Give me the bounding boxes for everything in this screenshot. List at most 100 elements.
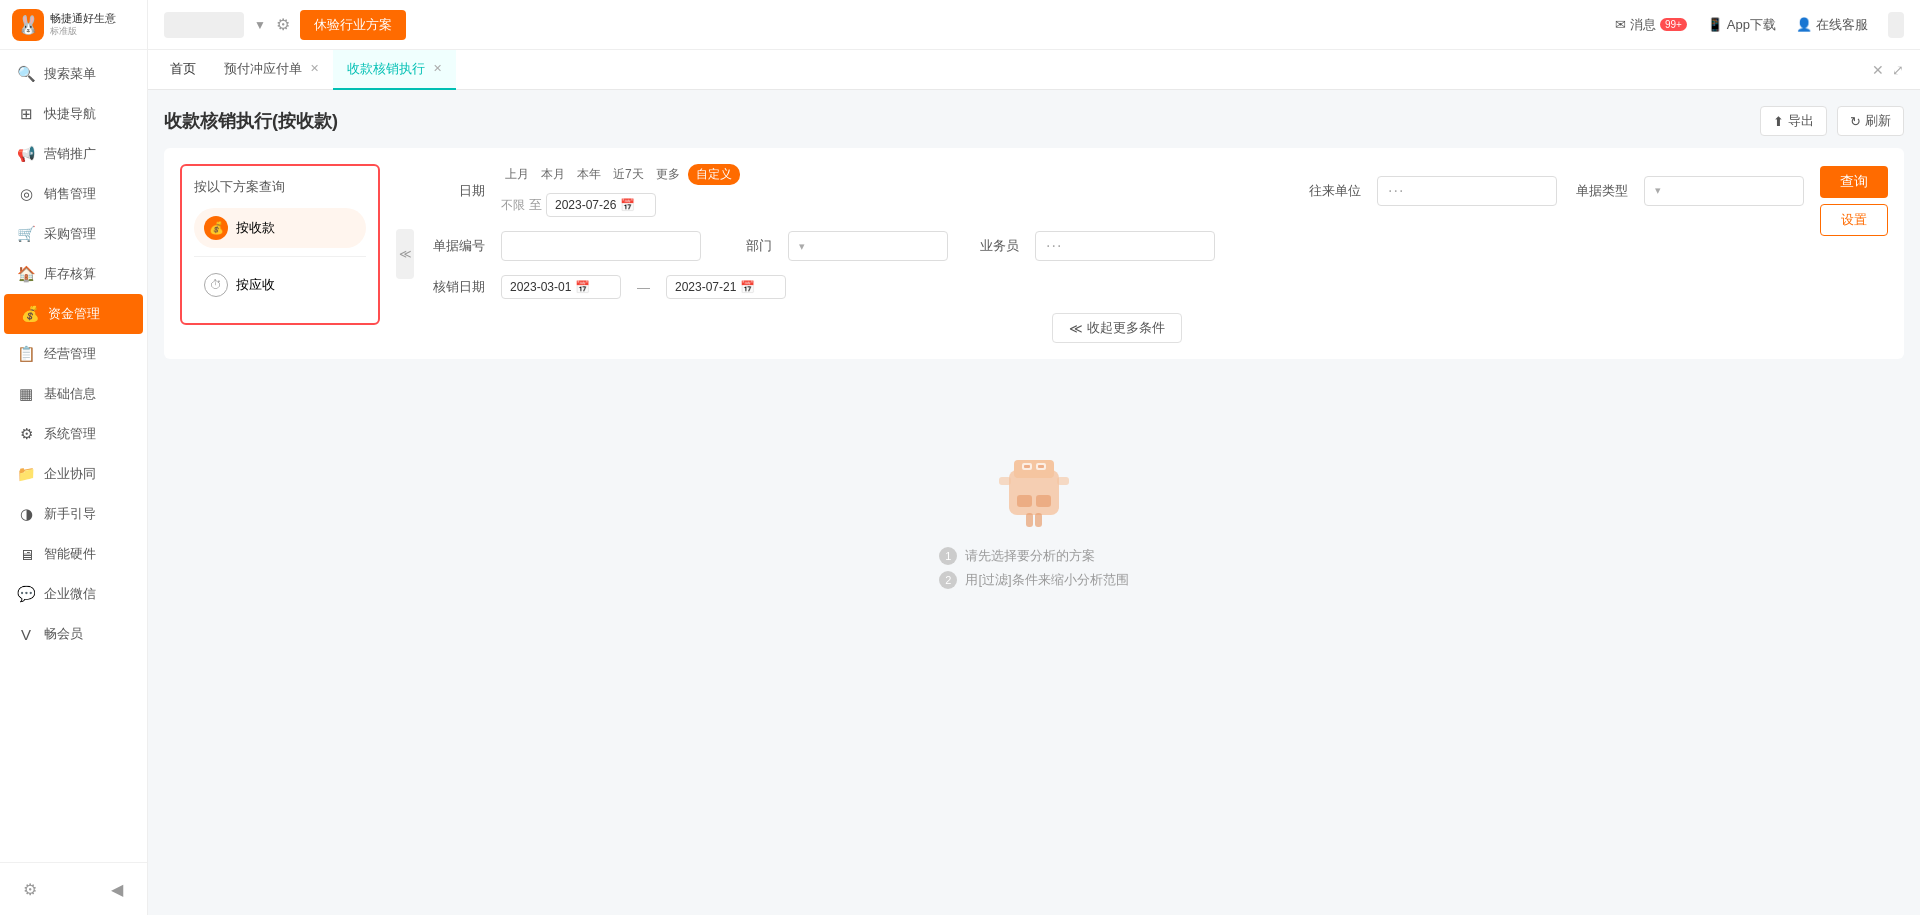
message-button[interactable]: ✉ 消息 99+ xyxy=(1615,16,1687,34)
tip-text-2: 用[过滤]条件来缩小分析范围 xyxy=(965,571,1128,589)
page-header: 收款核销执行(按收款) ⬆ 导出 ↻ 刷新 xyxy=(164,106,1904,136)
date-row-wrapper: 上月 本月 本年 近7天 更多 自定义 不限 xyxy=(501,164,740,217)
sidebar-item-库存核算[interactable]: 🏠库存核算 xyxy=(0,254,147,294)
refresh-button[interactable]: ↻ 刷新 xyxy=(1837,106,1904,136)
date-quick-btns: 上月 本月 本年 近7天 更多 自定义 xyxy=(501,164,740,185)
filter-collapse-button[interactable]: ≪ xyxy=(396,229,414,279)
sidebar-label-智能硬件: 智能硬件 xyxy=(44,545,96,563)
sidebar-item-企业协同[interactable]: 📁企业协同 xyxy=(0,454,147,494)
message-icon: ✉ xyxy=(1615,17,1626,32)
sidebar-item-新手引导[interactable]: ◑新手引导 xyxy=(0,494,147,534)
app-download-button[interactable]: 📱 App下载 xyxy=(1707,16,1776,34)
sidebar-icon-资金管理: 💰 xyxy=(20,304,40,324)
date-btn-last-month[interactable]: 上月 xyxy=(501,164,533,185)
filter-divider xyxy=(194,256,366,257)
tab-expand-icon[interactable]: ⤢ xyxy=(1892,62,1904,78)
tab-close-all-icon[interactable]: ✕ xyxy=(1872,62,1884,78)
staff-select[interactable]: ··· xyxy=(1035,231,1215,261)
tab-prepay[interactable]: 预付冲应付单 ✕ xyxy=(210,50,333,90)
sidebar-item-搜索菜单[interactable]: 🔍搜索菜单 xyxy=(0,54,147,94)
date-no-limit-label: 不限 xyxy=(501,197,525,214)
sidebar-item-企业微信[interactable]: 💬企业微信 xyxy=(0,574,147,614)
form-settings-button[interactable]: 设置 xyxy=(1820,204,1888,236)
filter-row-1: 日期 上月 本月 本年 近7天 更多 xyxy=(430,164,1804,217)
date-btn-this-year[interactable]: 本年 xyxy=(573,164,605,185)
tab-collection-close-icon[interactable]: ✕ xyxy=(433,62,442,75)
bill-type-select[interactable]: ▾ xyxy=(1644,176,1804,206)
filter-panel-title: 按以下方案查询 xyxy=(194,178,366,196)
date-field: 上月 本月 本年 近7天 更多 自定义 不限 xyxy=(501,164,1290,217)
app-version: 标准版 xyxy=(50,25,116,38)
staff-dots: ··· xyxy=(1046,237,1062,255)
verify-date-end-value: 2023-07-21 xyxy=(675,280,736,294)
svg-rect-5 xyxy=(1038,465,1044,468)
user-avatar[interactable] xyxy=(1888,12,1904,38)
sidebar-item-资金管理[interactable]: 💰 资金管理 xyxy=(4,294,143,334)
filter-option-by-collection[interactable]: 💰 按收款 xyxy=(194,208,366,248)
collapse-more-label: 收起更多条件 xyxy=(1087,319,1165,337)
date-btn-custom[interactable]: 自定义 xyxy=(688,164,740,185)
sidebar-icon-畅会员: V xyxy=(16,624,36,644)
date-row-inner: 上月 本月 本年 近7天 更多 自定义 不限 xyxy=(501,164,740,217)
date-btn-7days[interactable]: 近7天 xyxy=(609,164,648,185)
dept-select[interactable]: ▾ xyxy=(788,231,948,261)
tab-collection-label: 收款核销执行 xyxy=(347,60,425,78)
sidebar-item-畅会员[interactable]: V畅会员 xyxy=(0,614,147,654)
topbar: ▼ ⚙ 休验行业方案 ✉ 消息 99+ 📱 App下载 👤 在线客服 xyxy=(148,0,1920,50)
sidebar-icon-新手引导: ◑ xyxy=(16,504,36,524)
svg-rect-8 xyxy=(999,477,1011,485)
svg-rect-1 xyxy=(1014,460,1054,478)
sidebar-item-快捷导航[interactable]: ⊞快捷导航 xyxy=(0,94,147,134)
sidebar-item-销售管理[interactable]: ◎销售管理 xyxy=(0,174,147,214)
date-btn-this-month[interactable]: 本月 xyxy=(537,164,569,185)
date-end-input[interactable]: 2023-07-26 📅 xyxy=(546,193,656,217)
filter-left-panel: 按以下方案查询 💰 按收款 ⏱ 按应收 xyxy=(180,164,380,343)
verify-date-end-input[interactable]: 2023-07-21 📅 xyxy=(666,275,786,299)
verify-date-start-value: 2023-03-01 xyxy=(510,280,571,294)
date-btn-more[interactable]: 更多 xyxy=(652,164,684,185)
verify-date-start-input[interactable]: 2023-03-01 📅 xyxy=(501,275,621,299)
sidebar-label-营销推广: 营销推广 xyxy=(44,145,96,163)
sidebar-nav: 🔍搜索菜单⊞快捷导航📢营销推广◎销售管理🛒采购管理🏠库存核算 💰 资金管理 📋经营管理… xyxy=(0,50,147,862)
topbar-chevron-icon[interactable]: ▼ xyxy=(254,18,266,32)
partner-select[interactable]: ··· xyxy=(1377,176,1557,206)
partner-label: 往来单位 xyxy=(1306,182,1361,200)
sidebar-item-智能硬件[interactable]: 🖥智能硬件 xyxy=(0,534,147,574)
tab-prepay-close-icon[interactable]: ✕ xyxy=(310,62,319,75)
sidebar-bottom: ⚙ ◀ xyxy=(0,862,147,915)
filter-area: 按以下方案查询 💰 按收款 ⏱ 按应收 ≪ xyxy=(164,148,1904,359)
sidebar-label-企业微信: 企业微信 xyxy=(44,585,96,603)
online-service-button[interactable]: 👤 在线客服 xyxy=(1796,16,1868,34)
verify-calendar-end-icon: 📅 xyxy=(740,280,755,294)
tab-home[interactable]: 首页 xyxy=(156,50,210,90)
tab-collection[interactable]: 收款核销执行 ✕ xyxy=(333,50,456,90)
query-button[interactable]: 查询 xyxy=(1820,166,1888,198)
settings-icon[interactable]: ⚙ xyxy=(16,875,44,903)
collapse-chevron-icon: ≪ xyxy=(1069,321,1083,336)
page-title: 收款核销执行(按收款) xyxy=(164,109,338,133)
filter-option-by-receivable[interactable]: ⏱ 按应收 xyxy=(194,265,366,305)
sidebar-icon-经营管理: 📋 xyxy=(16,344,36,364)
logo-icon: 🐰 xyxy=(12,9,44,41)
solution-button[interactable]: 休验行业方案 xyxy=(300,10,406,40)
svg-rect-4 xyxy=(1024,465,1030,468)
calendar-icon: 📅 xyxy=(620,198,635,212)
sidebar-label-资金管理: 资金管理 xyxy=(48,305,100,323)
sidebar-label-搜索菜单: 搜索菜单 xyxy=(44,65,96,83)
bill-no-input[interactable] xyxy=(501,231,701,261)
sidebar-item-营销推广[interactable]: 📢营销推广 xyxy=(0,134,147,174)
svg-rect-9 xyxy=(1057,477,1069,485)
sidebar-item-基础信息[interactable]: ▦基础信息 xyxy=(0,374,147,414)
refresh-icon: ↻ xyxy=(1850,114,1861,129)
export-button[interactable]: ⬆ 导出 xyxy=(1760,106,1827,136)
topbar-gear-icon[interactable]: ⚙ xyxy=(276,15,290,34)
collapse-sidebar-icon[interactable]: ◀ xyxy=(103,875,131,903)
tip-num-2: 2 xyxy=(939,571,957,589)
sidebar-item-采购管理[interactable]: 🛒采购管理 xyxy=(0,214,147,254)
topbar-right: ✉ 消息 99+ 📱 App下载 👤 在线客服 xyxy=(1615,12,1904,38)
online-service-label: 在线客服 xyxy=(1816,16,1868,34)
sidebar-item-经营管理[interactable]: 📋经营管理 xyxy=(0,334,147,374)
sidebar-item-系统管理[interactable]: ⚙系统管理 xyxy=(0,414,147,454)
collapse-more-button[interactable]: ≪ 收起更多条件 xyxy=(1052,313,1182,343)
staff-label: 业务员 xyxy=(964,237,1019,255)
